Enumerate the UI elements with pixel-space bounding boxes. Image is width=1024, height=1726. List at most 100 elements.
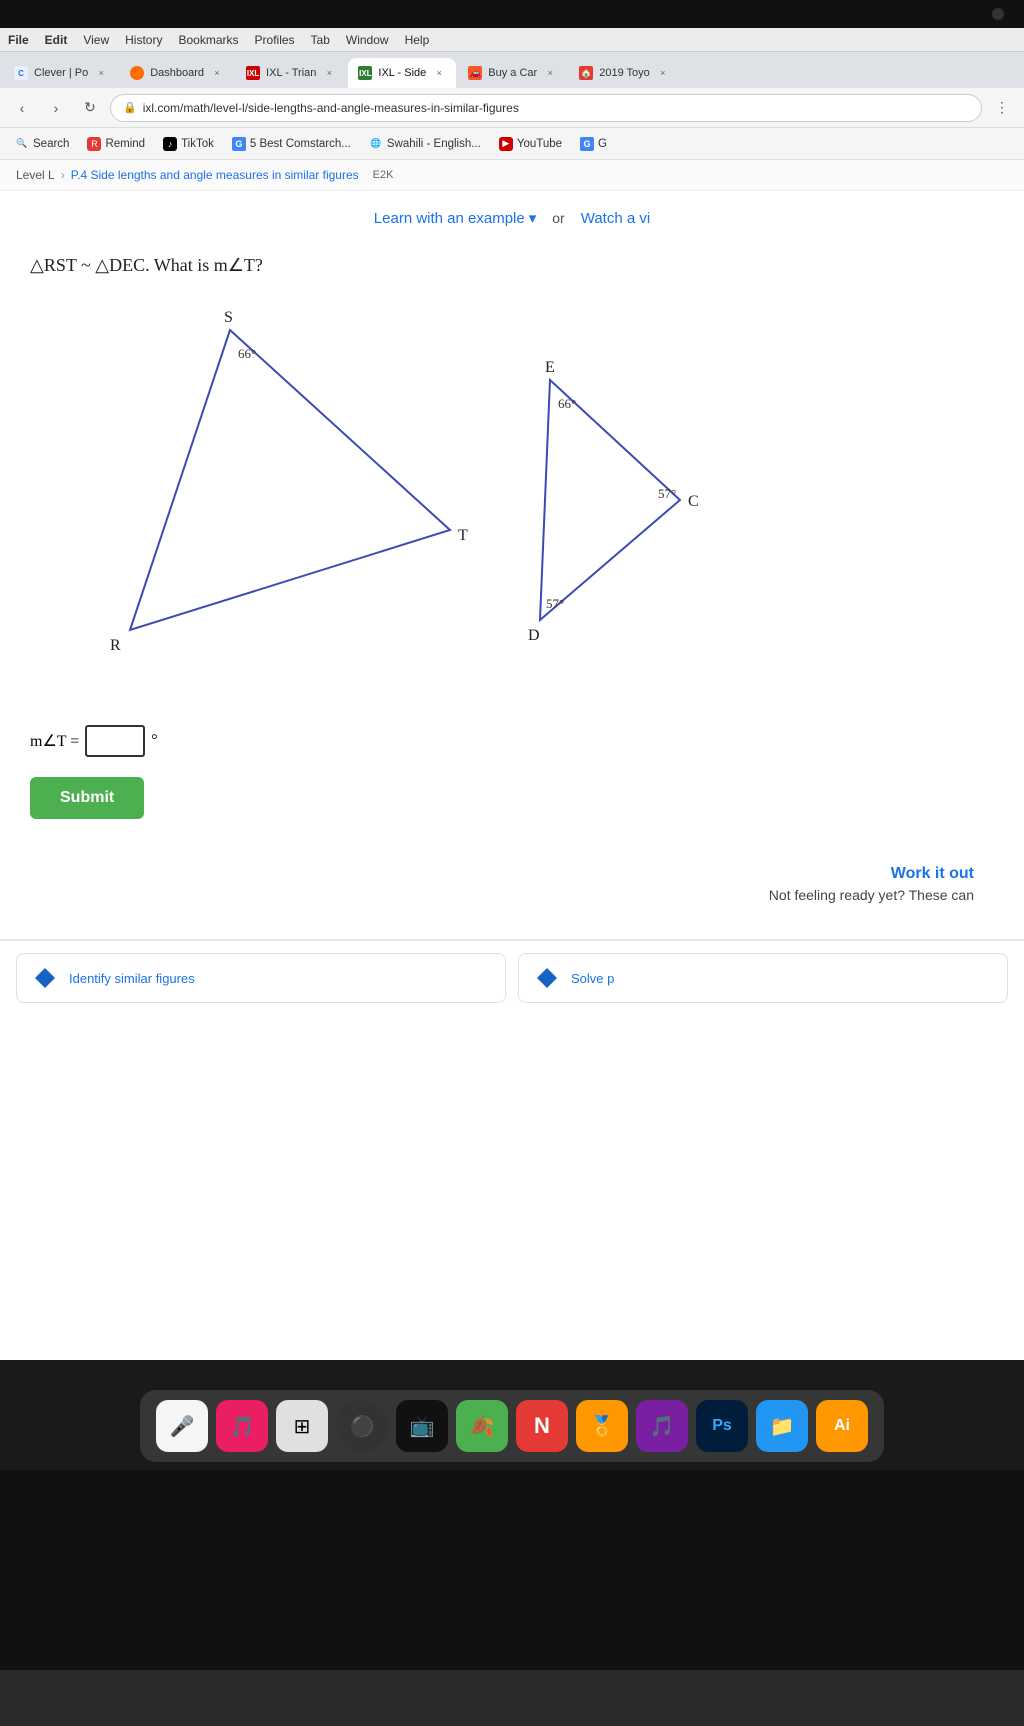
tab-clever[interactable]: C Clever | Po × xyxy=(4,58,118,88)
dock-icon-ai[interactable]: Ai xyxy=(816,1400,868,1452)
problem-area: △RST ~ △DEC. What is m∠T? S R T 66° xyxy=(0,239,1024,939)
bookmark-label-remind: Remind xyxy=(105,138,145,150)
submit-button[interactable]: Submit xyxy=(30,777,144,819)
bookmark-comstarch[interactable]: G 5 Best Comstarch... xyxy=(225,134,358,154)
tab-favicon-buy-car: 🚗 xyxy=(468,66,482,80)
dock-icon-podcast[interactable]: 🎵 xyxy=(636,1400,688,1452)
bookmark-icon-comstarch: G xyxy=(232,137,246,151)
skill-label-1: Identify similar figures xyxy=(69,971,195,986)
tab-label-ixl-trian: IXL - Trian xyxy=(266,67,316,79)
dock-icon-mic[interactable]: 🎤 xyxy=(156,1400,208,1452)
tab-close-clever[interactable]: × xyxy=(94,66,108,80)
tab-close-dashboard[interactable]: × xyxy=(210,66,224,80)
dock-icon-leaf[interactable]: 🍂 xyxy=(456,1400,508,1452)
tab-label-ixl-side: IXL - Side xyxy=(378,67,426,79)
angle-D-label: 57° xyxy=(546,596,564,611)
tab-close-buy-car[interactable]: × xyxy=(543,66,557,80)
degree-symbol: ° xyxy=(151,732,157,750)
tab-label-buy-car: Buy a Car xyxy=(488,67,537,79)
skill-diamond-2 xyxy=(533,964,561,992)
dock-icon-medal[interactable]: 🏅 xyxy=(576,1400,628,1452)
tab-close-ixl-trian[interactable]: × xyxy=(322,66,336,80)
bookmark-label-comstarch: 5 Best Comstarch... xyxy=(250,138,351,150)
dock-icon-circle[interactable]: ⚫ xyxy=(336,1400,388,1452)
chevron-down-icon: ▾ xyxy=(529,209,537,227)
bookmark-remind[interactable]: R Remind xyxy=(80,134,152,154)
dock-icon-finder[interactable]: 📁 xyxy=(756,1400,808,1452)
tab-favicon-toyo: 🏠 xyxy=(579,66,593,80)
menu-file[interactable]: File xyxy=(8,33,29,47)
tab-label-clever: Clever | Po xyxy=(34,67,88,79)
forward-button[interactable]: › xyxy=(42,94,70,122)
menu-edit[interactable]: Edit xyxy=(45,33,68,47)
learn-example-label: Learn with an example xyxy=(374,210,525,227)
tab-dashboard[interactable]: Dashboard × xyxy=(120,58,234,88)
label-R: R xyxy=(110,637,121,654)
bottom-bezel xyxy=(0,1470,1024,1670)
dock-area: 🎤 🎵 ⊞ ⚫ 📺 🍂 N 🏅 🎵 Ps 📁 Ai xyxy=(0,1360,1024,1470)
extensions-button[interactable]: ⋮ xyxy=(988,94,1016,122)
reload-button[interactable]: ↻ xyxy=(76,94,104,122)
back-button[interactable]: ‹ xyxy=(8,94,36,122)
bookmark-tiktok[interactable]: ♪ TikTok xyxy=(156,134,221,154)
triangles-container: S R T 66° E D C 66° xyxy=(30,300,994,705)
label-T: T xyxy=(458,527,468,544)
tab-close-ixl-side[interactable]: × xyxy=(432,66,446,80)
tab-favicon-ixl-trian: IXL xyxy=(246,66,260,80)
tab-ixl-trian[interactable]: IXL IXL - Trian × xyxy=(236,58,346,88)
breadcrumb-section[interactable]: P.4 Side lengths and angle measures in s… xyxy=(71,168,359,182)
skill-identify-similar[interactable]: Identify similar figures xyxy=(16,953,506,1003)
menu-profiles[interactable]: Profiles xyxy=(255,33,295,47)
menu-tab[interactable]: Tab xyxy=(311,33,330,47)
tab-toyo[interactable]: 🏠 2019 Toyo × xyxy=(569,58,680,88)
problem-text: △RST ~ △DEC. What is m∠T? xyxy=(30,255,263,275)
bookmark-g[interactable]: G G xyxy=(573,134,614,154)
menu-history[interactable]: History xyxy=(125,33,162,47)
watch-video-button[interactable]: Watch a vi xyxy=(581,210,650,227)
learn-row: Learn with an example ▾ or Watch a vi xyxy=(0,191,1024,239)
angle-t-input[interactable] xyxy=(85,725,145,757)
bookmark-youtube[interactable]: ▶ YouTube xyxy=(492,134,569,154)
tab-buy-car[interactable]: 🚗 Buy a Car × xyxy=(458,58,567,88)
skill-label-2: Solve p xyxy=(571,971,614,986)
bookmark-label-g: G xyxy=(598,138,607,150)
label-S: S xyxy=(224,309,233,326)
menu-view[interactable]: View xyxy=(83,33,109,47)
address-bar[interactable]: 🔒 ixl.com/math/level-l/side-lengths-and-… xyxy=(110,94,982,122)
angle-S-label: 66° xyxy=(238,346,256,361)
skills-bar: Identify similar figures Solve p xyxy=(0,939,1024,1015)
menu-window[interactable]: Window xyxy=(346,33,389,47)
work-it-out-text: Not feeling ready yet? These can xyxy=(50,887,974,903)
bookmark-icon-g: G xyxy=(580,137,594,151)
label-E: E xyxy=(545,359,555,376)
tab-bar: C Clever | Po × Dashboard × IXL IXL - Tr… xyxy=(0,52,1024,88)
bookmark-icon-search: 🔍 xyxy=(15,137,29,151)
address-bar-row: ‹ › ↻ 🔒 ixl.com/math/level-l/side-length… xyxy=(0,88,1024,128)
or-text: or xyxy=(552,210,564,226)
tab-favicon-clever: C xyxy=(14,66,28,80)
angle-C-label: 57° xyxy=(658,486,676,501)
breadcrumb-level: Level L xyxy=(16,168,55,182)
dock-icon-grid[interactable]: ⊞ xyxy=(276,1400,328,1452)
bookmark-swahili[interactable]: 🌐 Swahili - English... xyxy=(362,134,488,154)
bookmark-label-search: Search xyxy=(33,138,69,150)
dock-icon-tv[interactable]: 📺 xyxy=(396,1400,448,1452)
dock-icon-n[interactable]: N xyxy=(516,1400,568,1452)
dock-icon-music[interactable]: 🎵 xyxy=(216,1400,268,1452)
tab-close-toyo[interactable]: × xyxy=(656,66,670,80)
bookmark-icon-remind: R xyxy=(87,137,101,151)
bookmark-icon-youtube: ▶ xyxy=(499,137,513,151)
breadcrumb: Level L › P.4 Side lengths and angle mea… xyxy=(0,160,1024,191)
dock: 🎤 🎵 ⊞ ⚫ 📺 🍂 N 🏅 🎵 Ps 📁 Ai xyxy=(140,1390,884,1462)
menu-bar: File Edit View History Bookmarks Profile… xyxy=(0,28,1024,52)
diamond-icon-2 xyxy=(535,966,559,990)
tab-favicon-dashboard xyxy=(130,66,144,80)
menu-help[interactable]: Help xyxy=(405,33,430,47)
skill-solve-p[interactable]: Solve p xyxy=(518,953,1008,1003)
tab-label-toyo: 2019 Toyo xyxy=(599,67,650,79)
menu-bookmarks[interactable]: Bookmarks xyxy=(178,33,238,47)
tab-ixl-side[interactable]: IXL IXL - Side × xyxy=(348,58,456,88)
bookmark-search[interactable]: 🔍 Search xyxy=(8,134,76,154)
dock-icon-ps[interactable]: Ps xyxy=(696,1400,748,1452)
learn-example-button[interactable]: Learn with an example ▾ xyxy=(374,209,536,227)
